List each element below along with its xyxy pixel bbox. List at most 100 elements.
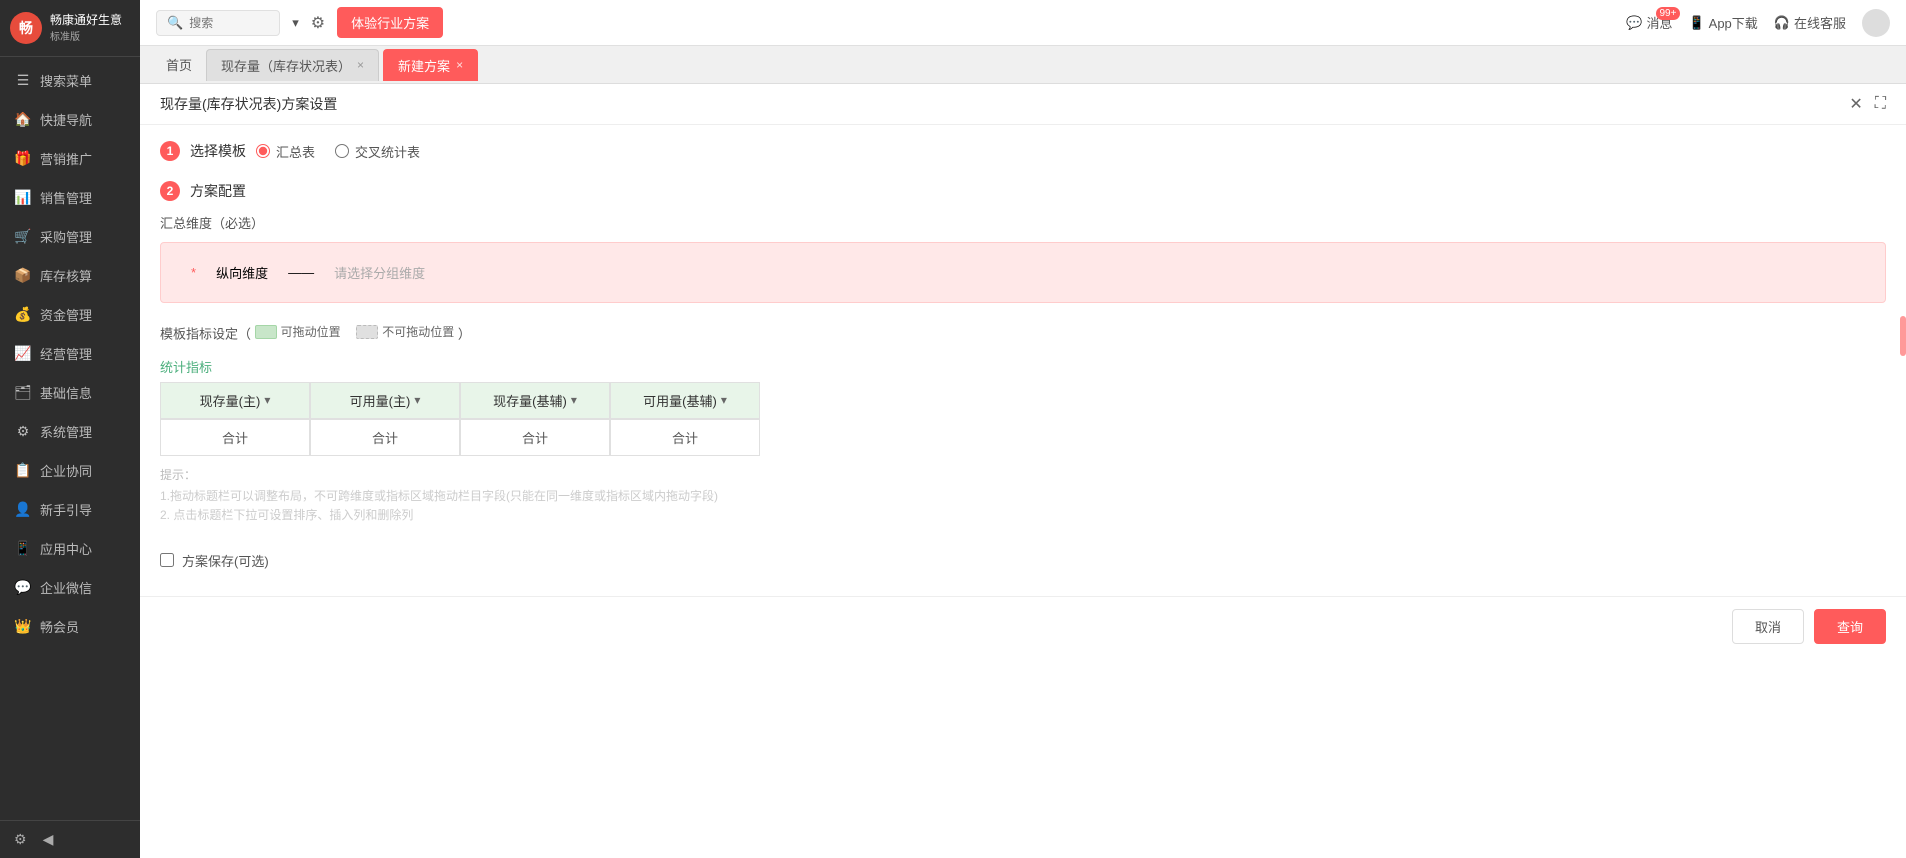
radio-summary[interactable]: 汇总表 xyxy=(256,142,315,161)
sidebar-item-app-center[interactable]: 📱 应用中心 xyxy=(0,529,140,568)
stats-col-cell: 合计 xyxy=(160,419,310,456)
tab-new-label: 新建方案 xyxy=(398,56,450,75)
tips-title: 提示： xyxy=(160,466,1886,483)
collapse-icon[interactable]: ◀ xyxy=(43,831,54,848)
sidebar-item-marketing[interactable]: 🎁 营销推广 xyxy=(0,139,140,178)
stats-col-cell: 合计 xyxy=(460,419,610,456)
sidebar-item-finance[interactable]: 💰 资金管理 xyxy=(0,295,140,334)
sidebar-item-wechat[interactable]: 💬 企业微信 xyxy=(0,568,140,607)
sidebar-item-purchase[interactable]: 🛒 采购管理 xyxy=(0,217,140,256)
sidebar-item-search-menu[interactable]: ☰ 搜索菜单 xyxy=(0,61,140,100)
search-input[interactable] xyxy=(189,16,269,30)
draggable-legend-label: 可拖动位置 xyxy=(281,323,341,340)
nav-icon-marketing: 🎁 xyxy=(14,150,32,168)
brand-area: 畅 畅康通好生意 标准版 xyxy=(0,0,140,57)
modal: 现存量(库存状况表)方案设置 ✕ ⛶ 1 选择模板 xyxy=(140,84,1906,858)
col-dropdown-icon[interactable]: ▾ xyxy=(414,393,420,407)
nav-icon-inventory: 📦 xyxy=(14,267,32,285)
nav-icon-operations: 📈 xyxy=(14,345,32,363)
sidebar-item-agreement[interactable]: 📋 企业协同 xyxy=(0,451,140,490)
stats-thead: 现存量(主)▾可用量(主)▾现存量(基辅)▾可用量(基辅)▾ xyxy=(160,382,760,419)
col-dropdown-icon[interactable]: ▾ xyxy=(721,393,727,407)
topbar-dropdown[interactable]: ▾ xyxy=(292,15,299,31)
nav-icon-new-guide: 👤 xyxy=(14,501,32,519)
nav-label-wechat: 企业微信 xyxy=(40,578,92,597)
nav-icon-search-menu: ☰ xyxy=(14,72,32,90)
message-icon: 💬 xyxy=(1626,15,1642,31)
modal-title: 现存量(库存状况表)方案设置 xyxy=(160,94,337,114)
brand-info: 畅康通好生意 标准版 xyxy=(50,13,122,44)
nav-label-search-menu: 搜索菜单 xyxy=(40,71,92,90)
sidebar-item-inventory[interactable]: 📦 库存核算 xyxy=(0,256,140,295)
sidebar-item-operations[interactable]: 📈 经营管理 xyxy=(0,334,140,373)
service-icon: 🎧 xyxy=(1774,15,1790,31)
brand-name: 畅康通好生意 xyxy=(50,13,122,29)
nav-label-new-guide: 新手引导 xyxy=(40,500,92,519)
required-star: * xyxy=(191,265,196,280)
sidebar-item-new-guide[interactable]: 👤 新手引导 xyxy=(0,490,140,529)
radio-cross[interactable]: 交叉统计表 xyxy=(335,142,420,161)
sidebar-item-member[interactable]: 👑 畅会员 xyxy=(0,607,140,646)
col-dropdown-icon[interactable]: ▾ xyxy=(571,393,577,407)
modal-expand-icon[interactable]: ⛶ xyxy=(1875,95,1886,113)
cancel-button[interactable]: 取消 xyxy=(1732,609,1804,644)
stats-tbody: 合计合计合计合计 xyxy=(160,419,760,456)
tab-inventory-close-icon[interactable]: × xyxy=(357,58,364,72)
stats-header-row: 现存量(主)▾可用量(主)▾现存量(基辅)▾可用量(基辅)▾ xyxy=(160,382,760,419)
modal-body: 1 选择模板 汇总表 交叉统计表 xyxy=(140,125,1906,596)
nav-label-member: 畅会员 xyxy=(40,617,79,636)
search-box[interactable]: 🔍 xyxy=(156,10,280,36)
stats-label: 统计指标 xyxy=(160,357,1886,376)
tip-2: 2. 点击标题栏下拉可设置排序、插入列和删除列 xyxy=(160,506,1886,525)
tab-inventory-status[interactable]: 现存量（库存状况表） × xyxy=(206,49,379,81)
save-checkbox[interactable] xyxy=(160,553,174,567)
nav-icon-system: ⚙ xyxy=(14,423,32,441)
nondraggable-legend-label: 不可拖动位置 xyxy=(382,323,454,340)
app-download-btn[interactable]: 📱 App下载 xyxy=(1688,13,1757,32)
brand-sub: 标准版 xyxy=(50,28,122,43)
sidebar-item-basic-info[interactable]: 🗂 基础信息 xyxy=(0,373,140,412)
sidebar-nav: ☰ 搜索菜单 🏠 快捷导航 🎁 营销推广 📊 销售管理 🛒 采购管理 📦 库存核… xyxy=(0,57,140,820)
nav-label-operations: 经营管理 xyxy=(40,344,92,363)
stats-col-header[interactable]: 现存量(主)▾ xyxy=(160,382,310,419)
tab-home[interactable]: 首页 xyxy=(156,49,202,80)
trial-btn[interactable]: 体验行业方案 xyxy=(337,7,443,38)
stats-body-row: 合计合计合计合计 xyxy=(160,419,760,456)
topbar-right: 💬 消息 99+ 📱 App下载 🎧 在线客服 xyxy=(1626,9,1890,37)
query-button[interactable]: 查询 xyxy=(1814,609,1886,644)
radio-summary-input[interactable] xyxy=(256,144,270,158)
sidebar-item-sales[interactable]: 📊 销售管理 xyxy=(0,178,140,217)
indicator-settings: 模板指标设定（ 可拖动位置 不可拖动位置 ） xyxy=(160,323,1886,343)
message-badge: 99+ xyxy=(1656,7,1681,20)
sidebar-item-system[interactable]: ⚙ 系统管理 xyxy=(0,412,140,451)
nav-label-marketing: 营销推广 xyxy=(40,149,92,168)
scroll-handle[interactable] xyxy=(1900,316,1906,356)
main-area: 🔍 ▾ ⚙ 体验行业方案 💬 消息 99+ 📱 App下载 🎧 在线客服 xyxy=(140,0,1906,858)
topbar-gear-icon[interactable]: ⚙ xyxy=(311,13,325,33)
messages-btn[interactable]: 💬 消息 99+ xyxy=(1626,13,1672,32)
tabbar: 首页 现存量（库存状况表） × 新建方案 × xyxy=(140,46,1906,84)
dimension-label: 汇总维度（必选） xyxy=(160,213,1886,232)
stats-col-header[interactable]: 可用量(主)▾ xyxy=(310,382,460,419)
sidebar-item-quick-nav[interactable]: 🏠 快捷导航 xyxy=(0,100,140,139)
topbar: 🔍 ▾ ⚙ 体验行业方案 💬 消息 99+ 📱 App下载 🎧 在线客服 xyxy=(140,0,1906,46)
stats-col-header[interactable]: 现存量(基辅)▾ xyxy=(460,382,610,419)
settings-icon[interactable]: ⚙ xyxy=(14,831,27,848)
modal-close-icon[interactable]: ✕ xyxy=(1849,94,1862,114)
indicator-label: 模板指标设定（ 可拖动位置 不可拖动位置 ） xyxy=(160,323,1886,343)
dimension-placeholder: 请选择分组维度 xyxy=(334,263,425,282)
dimension-box[interactable]: * 纵向维度 —— 请选择分组维度 xyxy=(160,242,1886,303)
nav-icon-basic-info: 🗂 xyxy=(14,384,32,402)
stats-col-header[interactable]: 可用量(基辅)▾ xyxy=(610,382,760,419)
section2-header: 2 方案配置 xyxy=(160,181,1886,201)
col-dropdown-icon[interactable]: ▾ xyxy=(264,393,270,407)
nav-icon-agreement: 📋 xyxy=(14,462,32,480)
radio-cross-input[interactable] xyxy=(335,144,349,158)
nav-icon-wechat: 💬 xyxy=(14,579,32,597)
tab-new-scheme[interactable]: 新建方案 × xyxy=(383,49,478,81)
online-service-btn[interactable]: 🎧 在线客服 xyxy=(1774,13,1846,32)
stats-table: 现存量(主)▾可用量(主)▾现存量(基辅)▾可用量(基辅)▾ 合计合计合计合计 xyxy=(160,382,760,456)
user-avatar[interactable] xyxy=(1862,9,1890,37)
tab-new-close-icon[interactable]: × xyxy=(456,58,463,72)
app-icon: 📱 xyxy=(1688,15,1704,31)
